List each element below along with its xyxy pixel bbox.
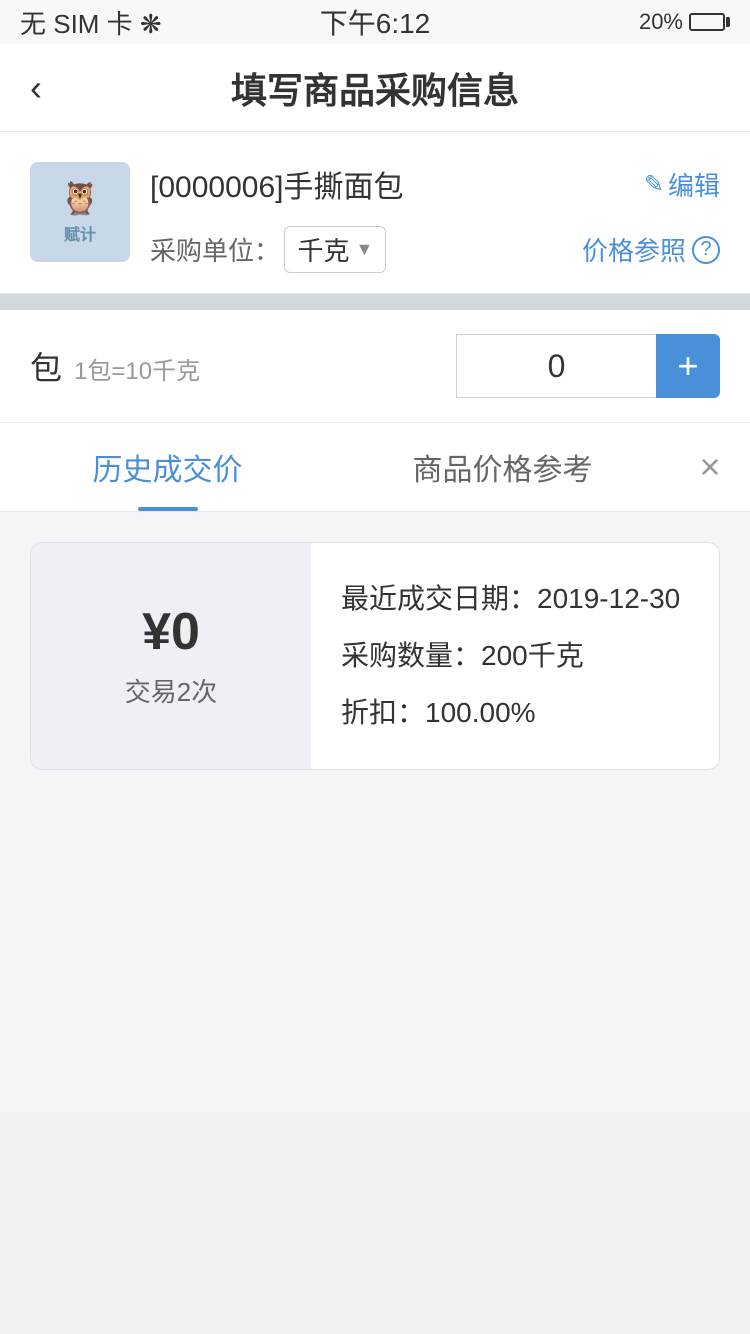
status-time: 下午6:12 [320,2,431,42]
unit-dropdown[interactable]: 千克 ▼ [284,226,386,273]
price-ref-help-icon: ? [692,236,720,264]
section-divider [0,294,750,310]
tab-history[interactable]: 历史成交价 [0,423,335,511]
quantity-label-group: 包 1包=10千克 [30,343,200,389]
purchase-qty-value: 200千克 [481,640,584,671]
dropdown-arrow-icon: ▼ [355,239,373,260]
edit-icon: ✎ [644,170,664,199]
unit-value: 千克 [297,231,349,268]
quantity-plus-button[interactable]: + [656,334,720,398]
recent-date-item: 最近成交日期：2019-12-30 [341,579,689,618]
history-price-section: ¥0 交易2次 [31,543,311,769]
back-button[interactable]: ‹ [30,67,42,109]
nav-bar: ‹ 填写商品采购信息 [0,44,750,132]
quantity-input[interactable] [456,334,656,398]
battery-icon [689,13,730,31]
quantity-unit: 包 [30,343,62,389]
tab-price-ref-label: 商品价格参考 [413,445,593,489]
product-logo-text: 赋计 [64,221,96,245]
product-name: [0000006]手撕面包 [150,162,403,206]
product-card: 🦉 赋计 [0000006]手撕面包 ✎ 编辑 采购单位： 千克 ▼ [0,132,750,294]
tab-close-button[interactable]: × [670,423,750,511]
history-card: ¥0 交易2次 最近成交日期：2019-12-30 采购数量：200千克 折扣：… [30,542,720,770]
purchase-qty-item: 采购数量：200千克 [341,636,689,675]
quantity-input-group: + [456,334,720,398]
status-right: 20% [639,9,730,35]
quantity-conversion: 1包=10千克 [74,351,200,386]
discount-item: 折扣：100.00% [341,693,689,732]
edit-button[interactable]: ✎ 编辑 [644,166,720,203]
history-details-section: 最近成交日期：2019-12-30 采购数量：200千克 折扣：100.00% [311,543,719,769]
product-thumbnail: 🦉 赋计 [30,162,130,262]
product-logo-icon: 🦉 [60,179,100,217]
history-price-value: ¥0 [142,602,200,662]
page-title: 填写商品采购信息 [231,62,519,114]
history-trade-count: 交易2次 [125,672,217,709]
unit-label-group: 采购单位： 千克 ▼ [150,226,386,273]
unit-label: 采购单位： [150,236,280,266]
recent-date-label: 最近成交日期： [341,583,537,614]
discount-value: 100.00% [425,697,536,728]
product-info: [0000006]手撕面包 ✎ 编辑 采购单位： 千克 ▼ 价格参照 ? [150,162,720,273]
content-area: ¥0 交易2次 最近成交日期：2019-12-30 采购数量：200千克 折扣：… [0,512,750,1112]
tab-history-label: 历史成交价 [93,445,243,489]
price-ref-label: 价格参照 [582,231,686,268]
tab-active-indicator [138,507,198,511]
purchase-qty-label: 采购数量： [341,640,481,671]
quantity-row: 包 1包=10千克 + [0,310,750,423]
discount-label: 折扣： [341,697,425,728]
battery-percent: 20% [639,9,683,35]
price-ref-button[interactable]: 价格参照 ? [582,231,720,268]
tab-bar: 历史成交价 商品价格参考 × [0,423,750,512]
tab-price-ref[interactable]: 商品价格参考 [335,423,670,511]
recent-date-value: 2019-12-30 [537,583,680,614]
status-bar: 无 SIM 卡 ❋ 下午6:12 20% [0,0,750,44]
status-signal: 无 SIM 卡 ❋ [20,4,162,41]
edit-label: 编辑 [668,166,720,203]
